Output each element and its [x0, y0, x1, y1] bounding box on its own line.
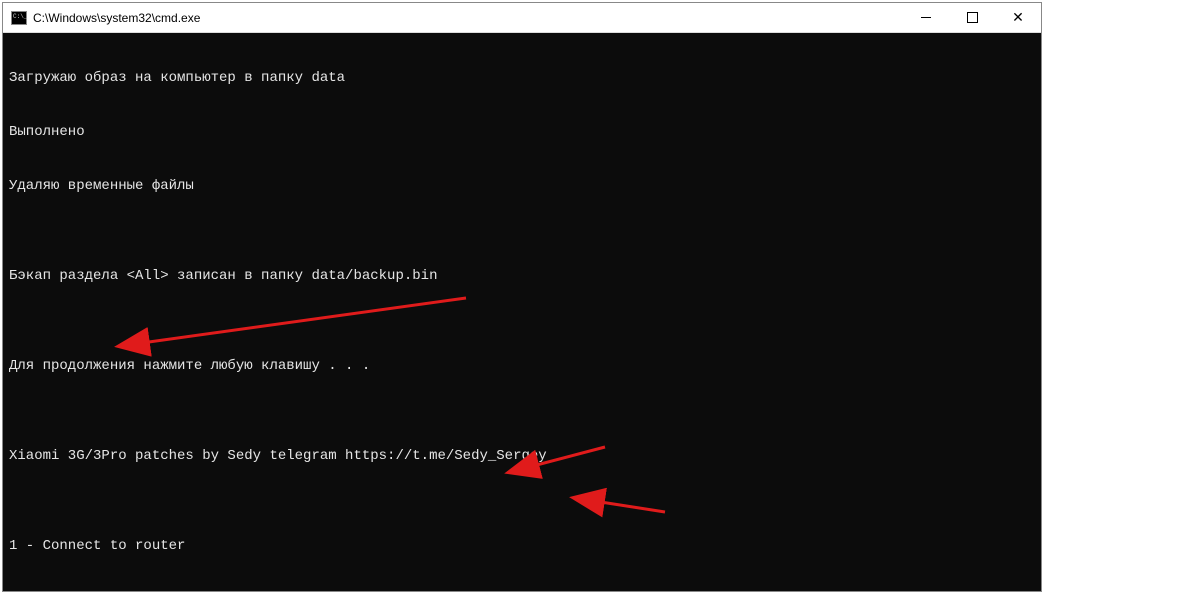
- cmd-window: C:\Windows\system32\cmd.exe ✕ Загружаю о…: [2, 2, 1042, 592]
- console-line: Бэкап раздела <All> записан в папку data…: [9, 267, 1035, 285]
- console-line: Для продолжения нажмите любую клавишу . …: [9, 357, 1035, 375]
- console-output[interactable]: Загружаю образ на компьютер в папку data…: [3, 33, 1041, 591]
- window-title: C:\Windows\system32\cmd.exe: [33, 11, 903, 25]
- close-button[interactable]: ✕: [995, 3, 1041, 32]
- cmd-icon: [11, 11, 27, 25]
- titlebar[interactable]: C:\Windows\system32\cmd.exe ✕: [3, 3, 1041, 33]
- window-controls: ✕: [903, 3, 1041, 32]
- console-line: Удаляю временные файлы: [9, 177, 1035, 195]
- minimize-button[interactable]: [903, 3, 949, 32]
- console-line: Загружаю образ на компьютер в папку data: [9, 69, 1035, 87]
- console-line: 1 - Connect to router: [9, 537, 1035, 555]
- maximize-button[interactable]: [949, 3, 995, 32]
- console-line: Xiaomi 3G/3Pro patches by Sedy telegram …: [9, 447, 1035, 465]
- console-line: Выполнено: [9, 123, 1035, 141]
